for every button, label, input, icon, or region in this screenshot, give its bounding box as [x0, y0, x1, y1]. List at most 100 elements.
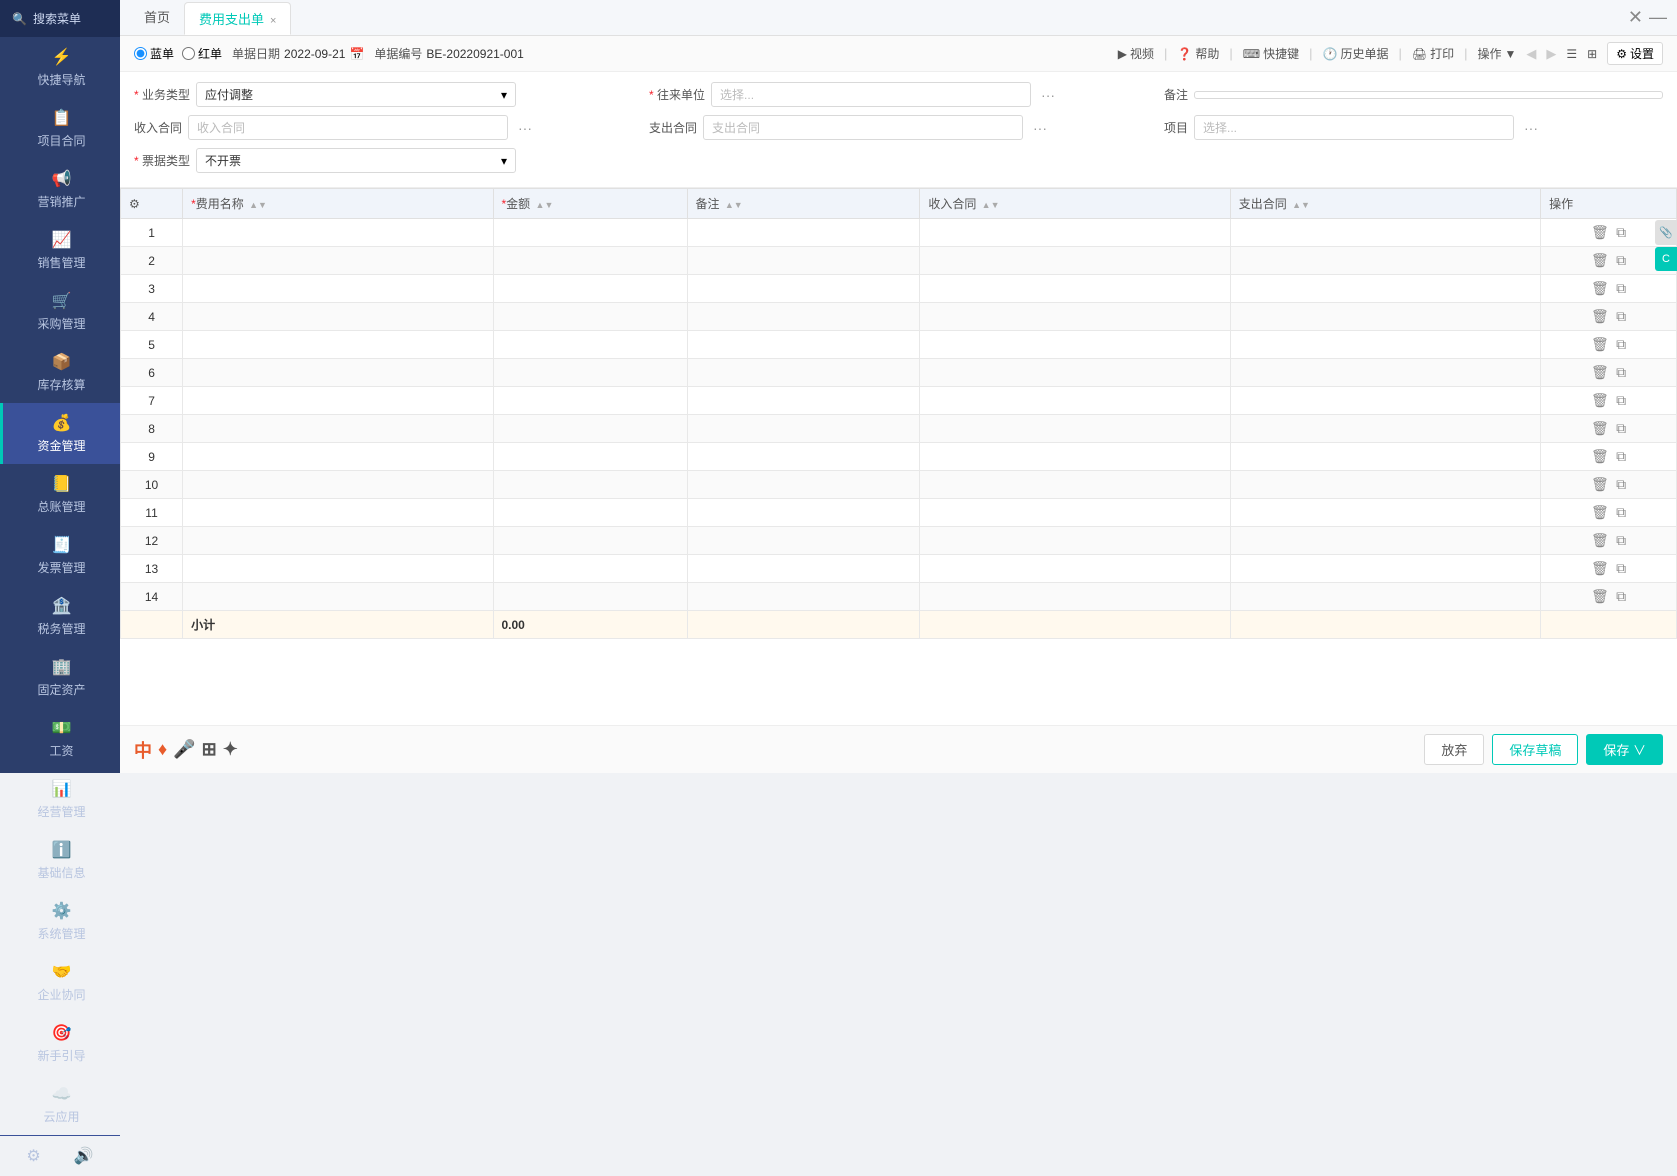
sidebar-item-basic-info[interactable]: ℹ️基础信息 — [0, 830, 120, 891]
copy-row-btn[interactable]: ⧉ — [1616, 588, 1626, 604]
video-btn[interactable]: ▶ 视频 — [1118, 45, 1154, 62]
cell-amount[interactable] — [493, 471, 687, 499]
cell-expense-contract[interactable] — [1230, 499, 1540, 527]
volume-icon[interactable]: 🔊 — [74, 1146, 94, 1166]
cell-income-contract[interactable] — [920, 555, 1230, 583]
cell-expense-contract[interactable] — [1230, 219, 1540, 247]
cell-name[interactable] — [183, 359, 493, 387]
shortcut-btn[interactable]: ⌨ 快捷键 — [1243, 45, 1299, 62]
cell-amount[interactable] — [493, 499, 687, 527]
counterpart-select[interactable]: 选择... — [711, 82, 1031, 107]
cell-note[interactable] — [687, 499, 920, 527]
sidebar-item-capital[interactable]: 💰资金管理 — [0, 403, 120, 464]
cell-expense-contract[interactable] — [1230, 275, 1540, 303]
delete-row-btn[interactable]: 🗑 — [1591, 532, 1609, 548]
side-green-btn[interactable]: C — [1655, 247, 1677, 271]
cell-income-contract[interactable] — [920, 387, 1230, 415]
cell-name[interactable] — [183, 583, 493, 611]
cell-amount[interactable] — [493, 555, 687, 583]
cell-name[interactable] — [183, 275, 493, 303]
sidebar-item-business[interactable]: 📊经营管理 — [0, 769, 120, 830]
discard-btn[interactable]: 放弃 — [1424, 734, 1484, 765]
cell-amount[interactable] — [493, 303, 687, 331]
cell-expense-contract[interactable] — [1230, 303, 1540, 331]
cell-amount[interactable] — [493, 331, 687, 359]
sidebar-item-new-guide[interactable]: 🎯新手引导 — [0, 1013, 120, 1074]
sidebar-item-enterprise[interactable]: 🤝企业协同 — [0, 952, 120, 1013]
cell-name[interactable] — [183, 443, 493, 471]
th-name[interactable]: *费用名称 ▲▼ — [183, 189, 493, 219]
cell-expense-contract[interactable] — [1230, 415, 1540, 443]
cell-note[interactable] — [687, 415, 920, 443]
cell-note[interactable] — [687, 555, 920, 583]
tab-expense-form[interactable]: 费用支出单× — [184, 2, 291, 35]
side-attachment-btn[interactable]: 📎 — [1655, 220, 1677, 245]
copy-row-btn[interactable]: ⧉ — [1616, 448, 1626, 464]
sidebar-item-marketing[interactable]: 📢营销推广 — [0, 159, 120, 220]
cell-name[interactable] — [183, 555, 493, 583]
save-draft-btn[interactable]: 保存草稿 — [1492, 734, 1578, 765]
project-more-btn[interactable]: ··· — [1524, 120, 1538, 136]
print-btn[interactable]: 🖨 打印 — [1412, 45, 1454, 62]
tab-home[interactable]: 首页 — [130, 1, 184, 34]
delete-row-btn[interactable]: 🗑 — [1591, 336, 1609, 352]
sidebar-item-payroll[interactable]: 💵工资 — [0, 708, 120, 769]
sidebar-item-quick-nav[interactable]: ⚡快捷导航 — [0, 37, 120, 98]
brand-icon-star[interactable]: ✦ — [223, 739, 238, 760]
cell-name[interactable] — [183, 499, 493, 527]
radio-blue-input[interactable] — [134, 47, 147, 60]
radio-blue[interactable]: 蓝单 — [134, 45, 174, 62]
cell-income-contract[interactable] — [920, 527, 1230, 555]
cell-note[interactable] — [687, 527, 920, 555]
save-btn[interactable]: 保存 ∨ — [1586, 734, 1663, 765]
th-gear[interactable]: ⚙ — [121, 189, 183, 219]
delete-row-btn[interactable]: 🗑 — [1591, 448, 1609, 464]
cell-income-contract[interactable] — [920, 303, 1230, 331]
copy-row-btn[interactable]: ⧉ — [1616, 336, 1626, 352]
delete-row-btn[interactable]: 🗑 — [1591, 308, 1609, 324]
cell-income-contract[interactable] — [920, 247, 1230, 275]
sidebar-item-inventory[interactable]: 📦库存核算 — [0, 342, 120, 403]
brand-icon-zhong[interactable]: 中 — [134, 737, 152, 763]
delete-row-btn[interactable]: 🗑 — [1591, 224, 1609, 240]
counterpart-more-btn[interactable]: ··· — [1041, 87, 1055, 103]
cell-income-contract[interactable] — [920, 471, 1230, 499]
brand-icon-grid[interactable]: ⊞ — [202, 739, 217, 760]
cell-name[interactable] — [183, 303, 493, 331]
list-view-btn[interactable]: ☰ — [1566, 47, 1577, 61]
sidebar-item-purchase[interactable]: 🛒采购管理 — [0, 281, 120, 342]
tab-close-btn[interactable]: × — [270, 15, 276, 27]
cell-amount[interactable] — [493, 387, 687, 415]
cell-income-contract[interactable] — [920, 219, 1230, 247]
setting-btn[interactable]: ⚙ 设置 — [1607, 42, 1663, 65]
project-select[interactable]: 选择... — [1194, 115, 1514, 140]
delete-row-btn[interactable]: 🗑 — [1591, 504, 1609, 520]
cell-note[interactable] — [687, 359, 920, 387]
cell-expense-contract[interactable] — [1230, 331, 1540, 359]
delete-row-btn[interactable]: 🗑 — [1591, 476, 1609, 492]
cell-note[interactable] — [687, 331, 920, 359]
copy-row-btn[interactable]: ⧉ — [1616, 532, 1626, 548]
th-expense-contract[interactable]: 支出合同 ▲▼ — [1230, 189, 1540, 219]
copy-row-btn[interactable]: ⧉ — [1616, 392, 1626, 408]
copy-row-btn[interactable]: ⧉ — [1616, 364, 1626, 380]
sidebar-item-tax[interactable]: 🏦税务管理 — [0, 586, 120, 647]
cell-amount[interactable] — [493, 359, 687, 387]
cell-note[interactable] — [687, 247, 920, 275]
invoice-type-select[interactable]: 不开票 ▾ — [196, 148, 516, 173]
cell-note[interactable] — [687, 443, 920, 471]
cell-income-contract[interactable] — [920, 415, 1230, 443]
cell-note[interactable] — [687, 219, 920, 247]
copy-row-btn[interactable]: ⧉ — [1616, 560, 1626, 576]
cell-expense-contract[interactable] — [1230, 359, 1540, 387]
th-note[interactable]: 备注 ▲▼ — [687, 189, 920, 219]
cell-expense-contract[interactable] — [1230, 247, 1540, 275]
cell-note[interactable] — [687, 583, 920, 611]
delete-row-btn[interactable]: 🗑 — [1591, 588, 1609, 604]
sidebar-item-sales[interactable]: 📈销售管理 — [0, 220, 120, 281]
copy-row-btn[interactable]: ⧉ — [1616, 252, 1626, 268]
cell-name[interactable] — [183, 527, 493, 555]
cell-name[interactable] — [183, 471, 493, 499]
radio-red-input[interactable] — [182, 47, 195, 60]
operate-btn[interactable]: 操作 ▼ — [1477, 45, 1516, 62]
